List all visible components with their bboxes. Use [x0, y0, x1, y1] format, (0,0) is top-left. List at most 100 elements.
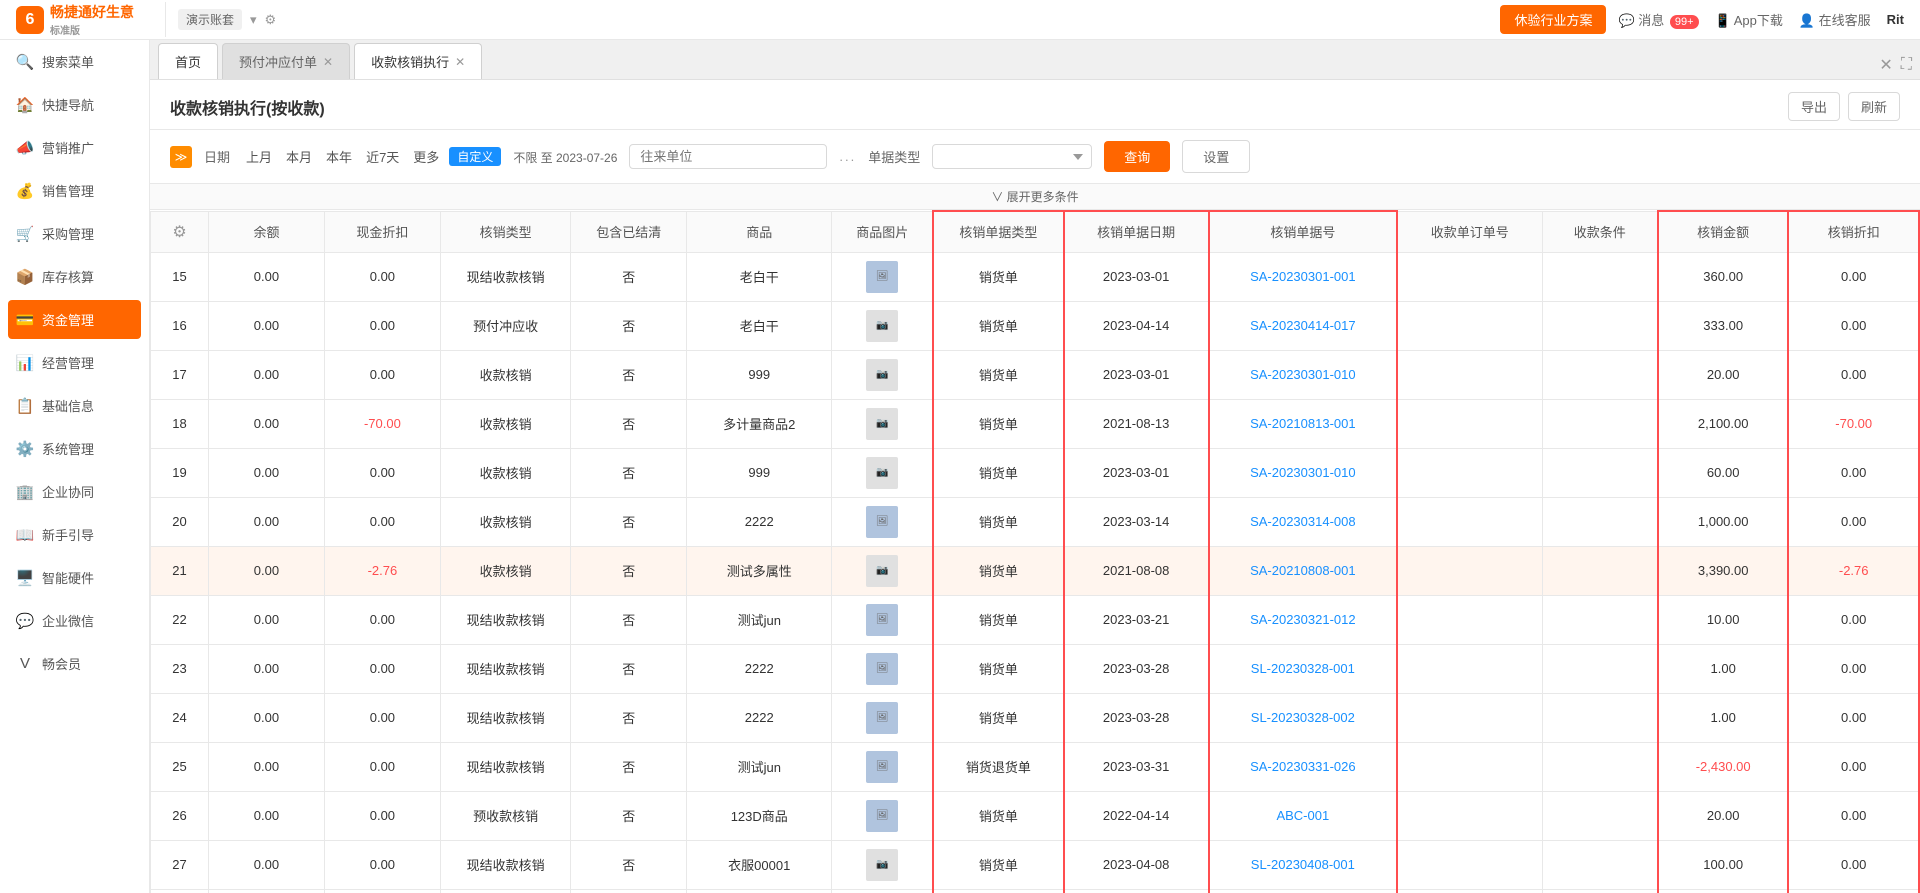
sidebar-item-marketing[interactable]: 📣 营销推广 — [0, 126, 149, 169]
td-verify-bill-no[interactable]: SL-20230328-002 — [1209, 693, 1397, 742]
td-verify-type: 收款核销 — [440, 546, 570, 595]
sidebar-item-wechat[interactable]: 💬 企业微信 — [0, 599, 149, 642]
filter-collapse-btn[interactable]: ≫ — [170, 146, 192, 168]
bill-no-link[interactable]: SA-20230314-008 — [1250, 514, 1356, 529]
td-include-settled: 否 — [571, 252, 687, 301]
tab-home[interactable]: 首页 — [158, 43, 218, 79]
refresh-button[interactable]: 刷新 — [1848, 92, 1900, 121]
date-custom-btn[interactable]: 自定义 — [449, 147, 501, 166]
td-verify-bill-date: 2023-04-18 — [1064, 889, 1209, 893]
td-verify-bill-no[interactable]: SA-20230331-026 — [1209, 742, 1397, 791]
date-btn-last-month[interactable]: 上月 — [242, 145, 276, 168]
td-verify-bill-type: 销货单 — [933, 644, 1063, 693]
td-verify-bill-date: 2023-04-08 — [1064, 840, 1209, 889]
tab-prepay-close[interactable]: ✕ — [323, 55, 333, 69]
bill-no-link[interactable]: SA-20210808-001 — [1250, 563, 1356, 578]
bill-no-link[interactable]: SA-20230414-017 — [1250, 318, 1356, 333]
td-verify-discount: 0.00 — [1788, 448, 1919, 497]
tab-prepay[interactable]: 预付冲应付单 ✕ — [222, 43, 350, 79]
td-verify-bill-type: 销货单 — [933, 546, 1063, 595]
sidebar-item-operations[interactable]: 📊 经营管理 — [0, 341, 149, 384]
sidebar-item-quick-nav[interactable]: 🏠 快捷导航 — [0, 83, 149, 126]
td-verify-bill-no[interactable]: SA-20210813-001 — [1209, 399, 1397, 448]
td-verify-bill-no[interactable]: SA-20230414-017 — [1209, 301, 1397, 350]
date-btn-this-year[interactable]: 本年 — [322, 145, 356, 168]
bill-no-link[interactable]: SA-20230331-026 — [1250, 759, 1356, 774]
online-service[interactable]: 👤 在线客服 — [1799, 10, 1871, 29]
td-goods: 衣服00001 — [687, 840, 832, 889]
td-receipt-condition — [1542, 889, 1658, 893]
td-verify-bill-no[interactable]: SA-20230301-010 — [1209, 350, 1397, 399]
td-include-settled: 否 — [571, 595, 687, 644]
bill-no-link[interactable]: SL-20230408-001 — [1251, 857, 1355, 872]
industry-btn[interactable]: 休验行业方案 — [1500, 5, 1606, 34]
td-verify-bill-no[interactable]: SL-20230328-001 — [1209, 644, 1397, 693]
sidebar-item-sales[interactable]: 💰 销售管理 — [0, 169, 149, 212]
td-verify-bill-no[interactable]: SL-20230418-001 — [1209, 889, 1397, 893]
sidebar-item-inventory[interactable]: 📦 库存核算 — [0, 255, 149, 298]
td-verify-bill-type: 销货单 — [933, 252, 1063, 301]
td-verify-bill-no[interactable]: SA-20230321-012 — [1209, 595, 1397, 644]
sidebar-item-basic-info[interactable]: 📋 基础信息 — [0, 384, 149, 427]
td-goods: 测试多属性 — [687, 546, 832, 595]
sidebar-item-guide[interactable]: 📖 新手引导 — [0, 513, 149, 556]
sidebar-item-member[interactable]: V 畅会员 — [0, 642, 149, 685]
td-verify-bill-no[interactable]: SA-20230301-010 — [1209, 448, 1397, 497]
query-button[interactable]: 查询 — [1104, 141, 1170, 172]
td-verify-discount: 0.00 — [1788, 497, 1919, 546]
bill-no-link[interactable]: SA-20230301-010 — [1250, 465, 1356, 480]
search-icon: 🔍 — [16, 53, 34, 71]
td-include-settled: 否 — [571, 791, 687, 840]
window-maximize-icon[interactable]: ⛶ — [1901, 56, 1912, 74]
td-verify-bill-no[interactable]: SA-20210808-001 — [1209, 546, 1397, 595]
sidebar-item-hardware[interactable]: 🖥️ 智能硬件 — [0, 556, 149, 599]
app-download[interactable]: 📱 App下载 — [1715, 10, 1783, 29]
sidebar-item-funds[interactable]: 💳 资金管理 — [8, 300, 141, 339]
date-btn-more[interactable]: 更多 — [409, 145, 443, 168]
column-settings-icon[interactable]: ⚙ — [172, 224, 186, 241]
logo-icon: 6 — [16, 6, 44, 34]
td-balance: 0.00 — [208, 252, 324, 301]
bill-no-link[interactable]: SA-20210813-001 — [1250, 416, 1356, 431]
td-cash-discount: 0.00 — [324, 889, 440, 893]
tab-receivable-close[interactable]: ✕ — [455, 55, 465, 69]
date-btn-this-month[interactable]: 本月 — [282, 145, 316, 168]
td-receipt-order-no — [1397, 350, 1542, 399]
tab-receivable[interactable]: 收款核销执行 ✕ — [354, 43, 482, 79]
settings-button[interactable]: 设置 — [1182, 140, 1250, 173]
bill-no-link[interactable]: SA-20230301-001 — [1250, 269, 1356, 284]
sidebar-item-system[interactable]: ⚙️ 系统管理 — [0, 427, 149, 470]
bill-type-select[interactable] — [932, 144, 1092, 169]
td-cash-discount: 0.00 — [324, 448, 440, 497]
td-goods: 2222 — [687, 693, 832, 742]
sidebar-item-search[interactable]: 🔍 搜索菜单 — [0, 40, 149, 83]
company-dropdown-icon[interactable]: ▾ — [250, 12, 257, 28]
settings-icon[interactable]: ⚙ — [265, 12, 277, 28]
td-verify-bill-no[interactable]: SA-20230301-001 — [1209, 252, 1397, 301]
td-verify-discount: 0.00 — [1788, 252, 1919, 301]
td-verify-discount: 0.00 — [1788, 742, 1919, 791]
td-verify-amount: 1,000.00 — [1658, 497, 1788, 546]
td-verify-bill-no[interactable]: SA-20230314-008 — [1209, 497, 1397, 546]
td-verify-bill-no[interactable]: ABC-001 — [1209, 791, 1397, 840]
th-verify-bill-no: 核销单据号 — [1209, 211, 1397, 252]
date-btn-7days[interactable]: 近7天 — [362, 145, 403, 168]
messages-icon-area[interactable]: 💬 消息 99+ — [1618, 10, 1698, 29]
td-verify-bill-date: 2023-03-28 — [1064, 693, 1209, 742]
th-verify-amount: 核销金额 — [1658, 211, 1788, 252]
expand-more-btn[interactable]: ∨ 展开更多条件 — [150, 184, 1920, 210]
td-verify-bill-no[interactable]: SL-20230408-001 — [1209, 840, 1397, 889]
td-balance: 0.00 — [208, 350, 324, 399]
window-close-icon[interactable]: ✕ — [1879, 55, 1892, 75]
bill-no-link[interactable]: ABC-001 — [1276, 808, 1329, 823]
td-verify-type: 现结收款核销 — [440, 840, 570, 889]
export-button[interactable]: 导出 — [1788, 92, 1840, 121]
bill-no-link[interactable]: SL-20230328-002 — [1251, 710, 1355, 725]
sidebar-item-purchase[interactable]: 🛒 采购管理 — [0, 212, 149, 255]
td-verify-amount: 1.00 — [1658, 693, 1788, 742]
bill-no-link[interactable]: SA-20230301-010 — [1250, 367, 1356, 382]
sidebar-item-enterprise[interactable]: 🏢 企业协同 — [0, 470, 149, 513]
bill-no-link[interactable]: SA-20230321-012 — [1250, 612, 1356, 627]
bill-no-link[interactable]: SL-20230328-001 — [1251, 661, 1355, 676]
from-unit-input[interactable] — [629, 144, 827, 169]
